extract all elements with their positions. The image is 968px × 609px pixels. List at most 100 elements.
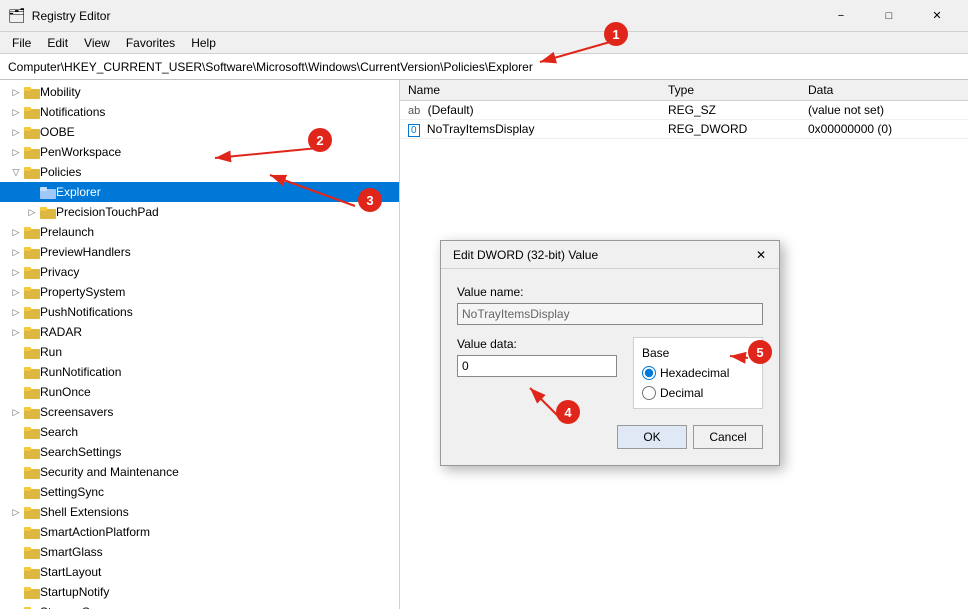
folder-icon <box>24 365 40 379</box>
tree-item-previewhandlers[interactable]: ▷ PreviewHandlers <box>0 242 399 262</box>
folder-icon <box>24 545 40 559</box>
menu-view[interactable]: View <box>76 34 118 52</box>
tree-label: RunOnce <box>40 385 91 399</box>
tree-label: PrecisionTouchPad <box>56 205 159 219</box>
tree-label: RunNotification <box>40 365 121 379</box>
menu-edit[interactable]: Edit <box>39 34 76 52</box>
tree-item-propertysystem[interactable]: ▷ PropertySystem <box>0 282 399 302</box>
tree-item-search[interactable]: Search <box>0 422 399 442</box>
tree-item-runnotification[interactable]: RunNotification <box>0 362 399 382</box>
tree-item-settingsync[interactable]: SettingSync <box>0 482 399 502</box>
radio-dec-label[interactable]: Decimal <box>642 386 754 400</box>
folder-icon <box>24 605 40 609</box>
tree-item-smartactionplatform[interactable]: SmartActionPlatform <box>0 522 399 542</box>
tree-item-shell-extensions[interactable]: ▷ Shell Extensions <box>0 502 399 522</box>
tree-label: SearchSettings <box>40 445 121 459</box>
folder-open-icon <box>24 165 40 179</box>
expand-icon: ▷ <box>8 144 24 160</box>
menu-favorites[interactable]: Favorites <box>118 34 183 52</box>
radio-hex-label[interactable]: Hexadecimal <box>642 366 754 380</box>
tree-item-explorer[interactable]: Explorer <box>0 182 399 202</box>
tree-label: StartupNotify <box>40 585 109 599</box>
tree-item-penworkspace[interactable]: ▷ PenWorkspace <box>0 142 399 162</box>
folder-icon <box>24 505 40 519</box>
expand-icon <box>8 484 24 500</box>
col-name: Name <box>400 80 660 101</box>
minimize-button[interactable]: − <box>818 0 864 32</box>
expand-icon <box>8 444 24 460</box>
modal-close-button[interactable]: ✕ <box>751 245 771 265</box>
value-data-input[interactable] <box>457 355 617 377</box>
menu-help[interactable]: Help <box>183 34 224 52</box>
tree-label: Prelaunch <box>40 225 94 239</box>
folder-icon <box>24 525 40 539</box>
tree-item-runonce[interactable]: RunOnce <box>0 382 399 402</box>
tree-label: Run <box>40 345 62 359</box>
modal-body: Value name: Value data: Base Hexadecimal <box>441 269 779 465</box>
tree-item-pushnotifications[interactable]: ▷ PushNotifications <box>0 302 399 322</box>
reg-entry-name: NoTrayItemsDisplay <box>427 122 535 136</box>
cancel-button[interactable]: Cancel <box>693 425 763 449</box>
tree-item-startupnotify[interactable]: StartupNotify <box>0 582 399 602</box>
tree-item-radar[interactable]: ▷ RADAR <box>0 322 399 342</box>
radio-hexadecimal[interactable] <box>642 366 656 380</box>
tree-item-policies[interactable]: ▽ Policies <box>0 162 399 182</box>
expand-icon <box>8 564 24 580</box>
tree-item-security-maintenance[interactable]: Security and Maintenance <box>0 462 399 482</box>
folder-icon <box>24 585 40 599</box>
folder-icon <box>24 305 40 319</box>
col-type: Type <box>660 80 800 101</box>
reg-entry-name: (Default) <box>428 103 474 117</box>
reg-type: REG_DWORD <box>660 120 800 139</box>
tree-item-searchsettings[interactable]: SearchSettings <box>0 442 399 462</box>
expand-icon <box>8 524 24 540</box>
expand-icon <box>8 344 24 360</box>
close-button[interactable]: ✕ <box>914 0 960 32</box>
registry-table: Name Type Data ab (Default) REG_SZ (valu… <box>400 80 968 139</box>
app-icon: 🗂 <box>8 7 26 24</box>
tree-item-precisiontouchpad[interactable]: ▷ PrecisionTouchPad <box>0 202 399 222</box>
folder-icon <box>24 105 40 119</box>
tree-label: Screensavers <box>40 405 113 419</box>
expand-icon <box>24 184 40 200</box>
tree-label: StorageSense <box>40 605 116 609</box>
folder-icon <box>24 385 40 399</box>
tree-item-screensavers[interactable]: ▷ Screensavers <box>0 402 399 422</box>
tree-item-run[interactable]: Run <box>0 342 399 362</box>
ok-button[interactable]: OK <box>617 425 687 449</box>
folder-icon <box>24 405 40 419</box>
tree-item-privacy[interactable]: ▷ Privacy <box>0 262 399 282</box>
tree-item-smartglass[interactable]: SmartGlass <box>0 542 399 562</box>
modal-title: Edit DWORD (32-bit) Value <box>453 248 598 262</box>
reg-type: REG_SZ <box>660 101 800 120</box>
tree-item-storagesense[interactable]: StorageSense <box>0 602 399 609</box>
table-row[interactable]: 0 NoTrayItemsDisplay REG_DWORD 0x0000000… <box>400 120 968 139</box>
address-bar: Computer\HKEY_CURRENT_USER\Software\Micr… <box>0 54 968 80</box>
tree-item-notifications[interactable]: ▷ Notifications <box>0 102 399 122</box>
expand-icon <box>8 584 24 600</box>
tree-item-prelaunch[interactable]: ▷ Prelaunch <box>0 222 399 242</box>
radio-decimal[interactable] <box>642 386 656 400</box>
tree-label: Notifications <box>40 105 105 119</box>
tree-label: Search <box>40 425 78 439</box>
value-data-label: Value data: <box>457 337 617 351</box>
folder-icon <box>40 205 56 219</box>
table-row[interactable]: ab (Default) REG_SZ (value not set) <box>400 101 968 120</box>
address-path: Computer\HKEY_CURRENT_USER\Software\Micr… <box>8 60 533 74</box>
expand-icon: ▷ <box>8 504 24 520</box>
tree-item-mobility[interactable]: ▷ Mobility <box>0 82 399 102</box>
base-group: Base Hexadecimal Decimal <box>633 337 763 409</box>
value-name-input[interactable] <box>457 303 763 325</box>
expand-icon: ▷ <box>8 224 24 240</box>
tree-label: SettingSync <box>40 485 104 499</box>
folder-icon <box>40 185 56 199</box>
maximize-button[interactable]: □ <box>866 0 912 32</box>
menu-file[interactable]: File <box>4 34 39 52</box>
folder-icon <box>24 485 40 499</box>
expand-icon <box>8 544 24 560</box>
tree-item-startlayout[interactable]: StartLayout <box>0 562 399 582</box>
folder-icon <box>24 145 40 159</box>
expand-icon: ▷ <box>8 244 24 260</box>
expand-icon: ▽ <box>8 164 24 180</box>
tree-item-oobe[interactable]: ▷ OOBE <box>0 122 399 142</box>
